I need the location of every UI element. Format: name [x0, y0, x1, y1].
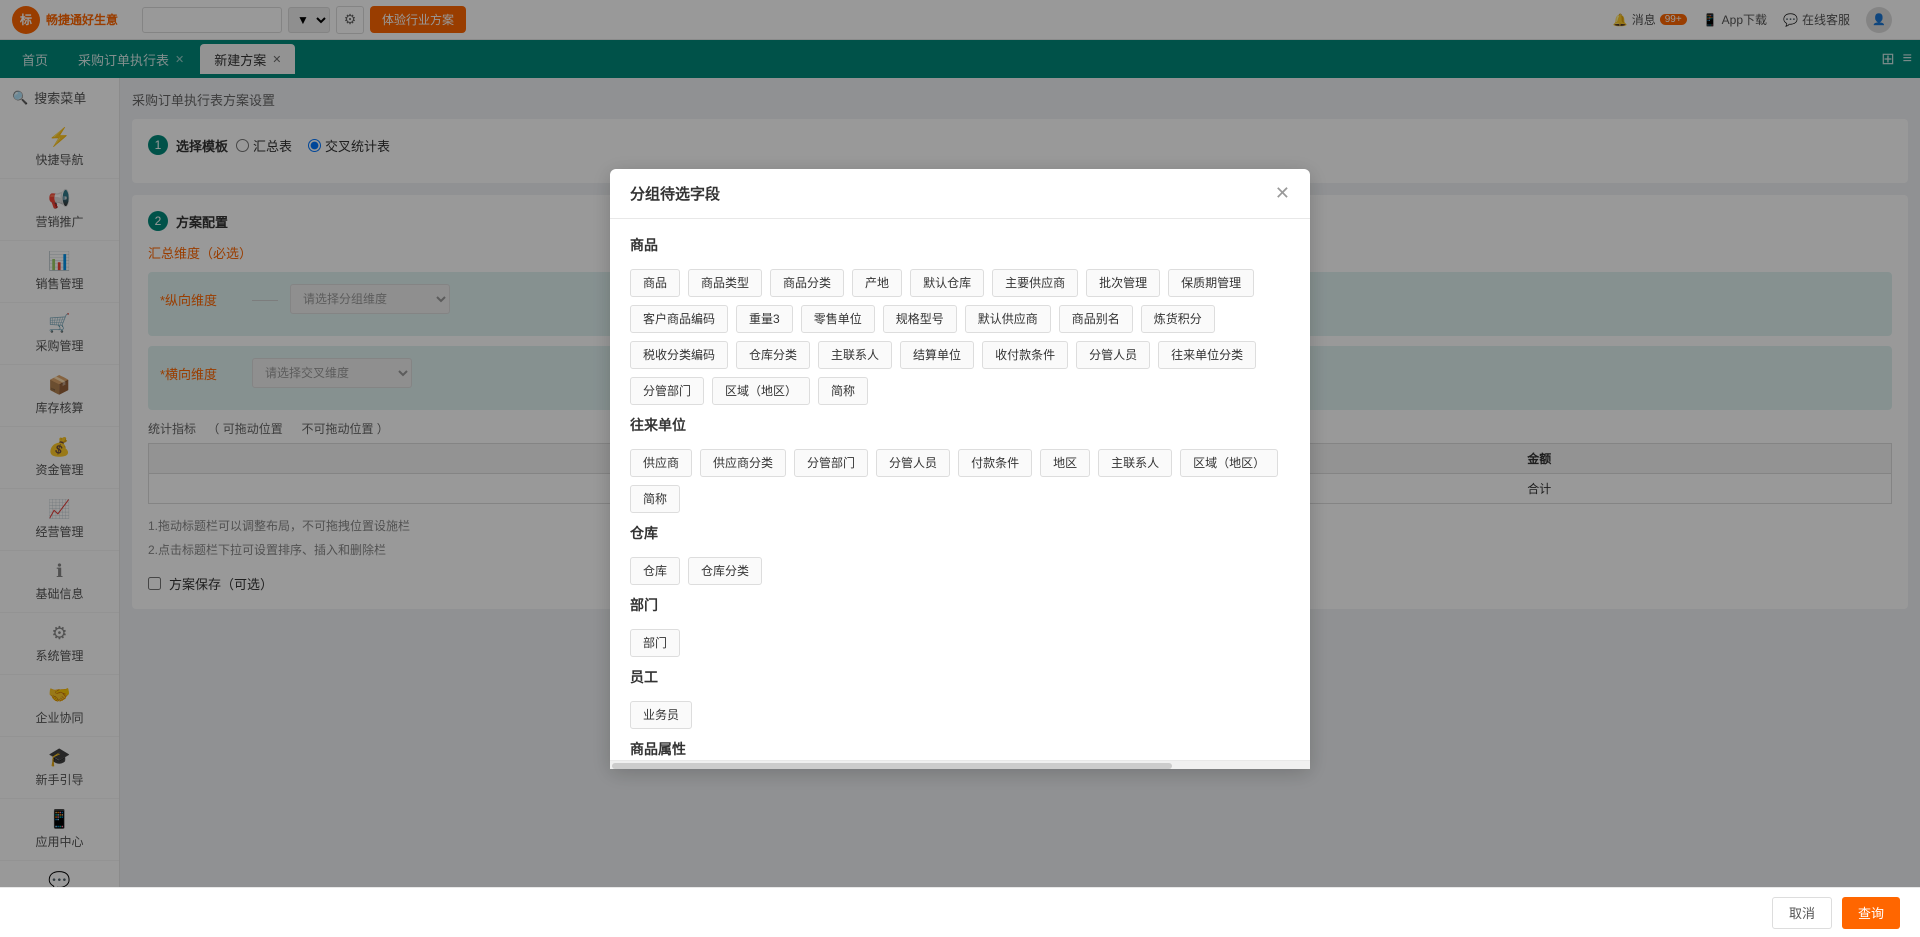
field-tag-0-17[interactable]: 主联系人	[818, 341, 892, 369]
field-tag-1-7[interactable]: 区域（地区）	[1180, 449, 1278, 477]
field-tag-1-1[interactable]: 供应商分类	[700, 449, 786, 477]
modal-overlay: 分组待选字段 ✕ 商品商品商品类型商品分类产地默认仓库主要供应商批次管理保质期管…	[0, 0, 1920, 937]
field-tag-0-24[interactable]: 简称	[818, 377, 868, 405]
modal: 分组待选字段 ✕ 商品商品商品类型商品分类产地默认仓库主要供应商批次管理保质期管…	[610, 169, 1310, 769]
field-tag-0-1[interactable]: 商品类型	[688, 269, 762, 297]
cancel-button[interactable]: 取消	[1772, 897, 1832, 929]
modal-section-fields-1: 供应商供应商分类分管部门分管人员付款条件地区主联系人区域（地区） 简称	[630, 449, 1290, 513]
field-tag-1-4[interactable]: 付款条件	[958, 449, 1032, 477]
field-tag-0-13[interactable]: 商品别名	[1059, 305, 1133, 333]
field-tag-0-10[interactable]: 零售单位	[801, 305, 875, 333]
modal-section-title-0: 商品	[630, 235, 1290, 259]
modal-section-fields-3: 部门	[630, 629, 1290, 657]
bottom-bar: 取消 查询	[0, 887, 1920, 937]
field-tag-0-11[interactable]: 规格型号	[883, 305, 957, 333]
modal-section-fields-0: 商品商品类型商品分类产地默认仓库主要供应商批次管理保质期管理客户商品编码重量3 零…	[630, 269, 1290, 405]
field-tag-0-20[interactable]: 分管人员	[1076, 341, 1150, 369]
modal-close-button[interactable]: ✕	[1275, 183, 1290, 204]
field-tag-0-23[interactable]: 区域（地区）	[712, 377, 810, 405]
field-tag-2-0[interactable]: 仓库	[630, 557, 680, 585]
field-tag-0-3[interactable]: 产地	[852, 269, 902, 297]
field-tag-0-4[interactable]: 默认仓库	[910, 269, 984, 297]
field-tag-0-8[interactable]: 客户商品编码	[630, 305, 728, 333]
field-tag-1-5[interactable]: 地区	[1040, 449, 1090, 477]
modal-section-title-3: 部门	[630, 595, 1290, 619]
field-tag-0-21[interactable]: 往来单位分类	[1158, 341, 1256, 369]
field-tag-1-0[interactable]: 供应商	[630, 449, 692, 477]
field-tag-0-15[interactable]: 税收分类编码	[630, 341, 728, 369]
field-tag-0-0[interactable]: 商品	[630, 269, 680, 297]
field-tag-1-8[interactable]: 简称	[630, 485, 680, 513]
modal-body[interactable]: 商品商品商品类型商品分类产地默认仓库主要供应商批次管理保质期管理客户商品编码重量…	[610, 219, 1310, 760]
modal-section-title-1: 往来单位	[630, 415, 1290, 439]
modal-header: 分组待选字段 ✕	[610, 169, 1310, 219]
field-tag-0-12[interactable]: 默认供应商	[965, 305, 1051, 333]
field-tag-1-6[interactable]: 主联系人	[1098, 449, 1172, 477]
field-tag-0-2[interactable]: 商品分类	[770, 269, 844, 297]
modal-scrollbar-area	[610, 760, 1310, 769]
confirm-button[interactable]: 查询	[1842, 897, 1900, 929]
field-tag-0-14[interactable]: 炼货积分	[1141, 305, 1215, 333]
field-tag-2-1[interactable]: 仓库分类	[688, 557, 762, 585]
modal-section-title-4: 员工	[630, 667, 1290, 691]
field-tag-0-9[interactable]: 重量3	[736, 305, 793, 333]
field-tag-1-3[interactable]: 分管人员	[876, 449, 950, 477]
modal-title: 分组待选字段	[630, 183, 720, 204]
field-tag-0-22[interactable]: 分管部门	[630, 377, 704, 405]
field-tag-0-18[interactable]: 结算单位	[900, 341, 974, 369]
field-tag-0-19[interactable]: 收付款条件	[982, 341, 1068, 369]
modal-scrollbar-thumb	[612, 763, 1172, 769]
field-tag-0-7[interactable]: 保质期管理	[1168, 269, 1254, 297]
field-tag-0-6[interactable]: 批次管理	[1086, 269, 1160, 297]
modal-section-title-5: 商品属性	[630, 739, 1290, 760]
field-tag-0-5[interactable]: 主要供应商	[992, 269, 1078, 297]
modal-section-title-2: 仓库	[630, 523, 1290, 547]
modal-section-fields-2: 仓库仓库分类	[630, 557, 1290, 585]
field-tag-0-16[interactable]: 仓库分类	[736, 341, 810, 369]
field-tag-1-2[interactable]: 分管部门	[794, 449, 868, 477]
field-tag-3-0[interactable]: 部门	[630, 629, 680, 657]
modal-section-fields-4: 业务员	[630, 701, 1290, 729]
field-tag-4-0[interactable]: 业务员	[630, 701, 692, 729]
